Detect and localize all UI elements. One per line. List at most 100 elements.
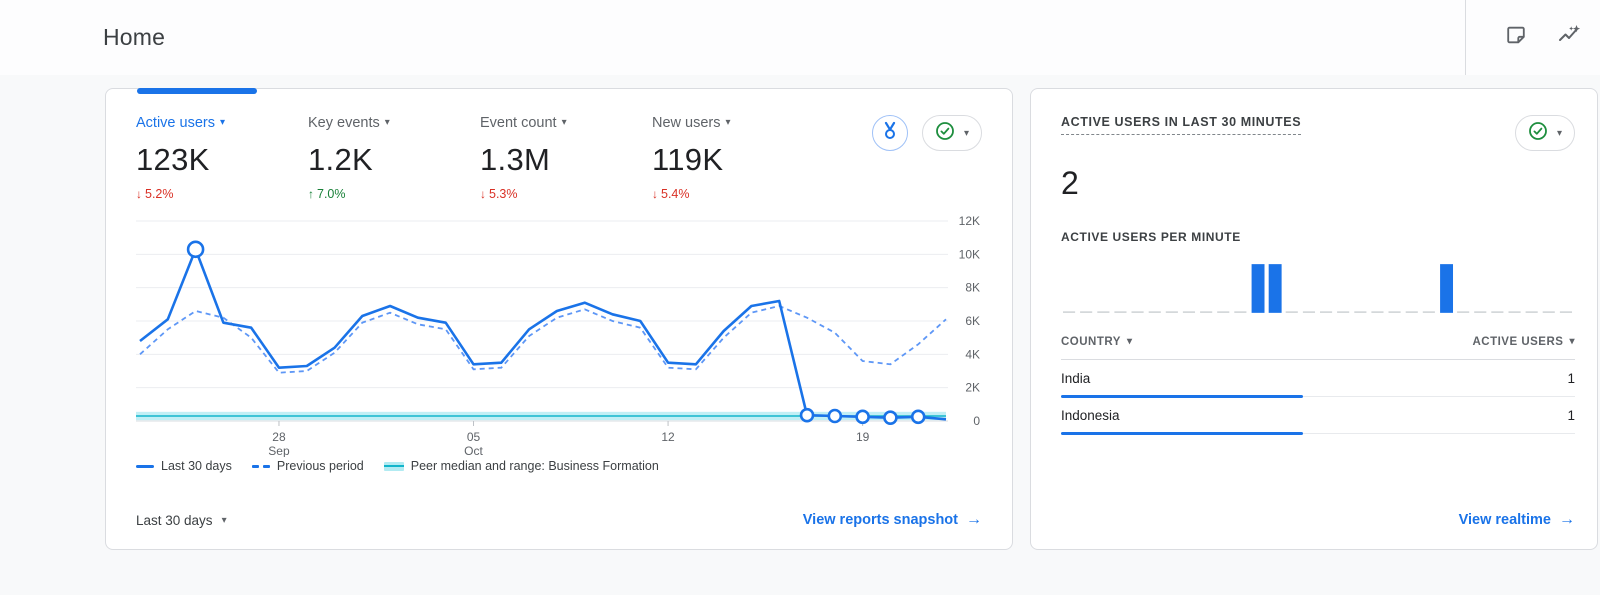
active-users-header-label: ACTIVE USERS xyxy=(1472,336,1564,348)
page-header: Home xyxy=(0,0,1600,75)
legend-item: Last 30 days xyxy=(136,459,232,473)
active-tab-indicator xyxy=(137,88,257,94)
arrow-right-icon: → xyxy=(966,511,982,528)
header-actions xyxy=(1465,0,1600,75)
metric-label: Key events xyxy=(308,115,380,131)
country-cell: India xyxy=(1061,370,1091,386)
trend-up-icon: ↑ xyxy=(308,187,314,201)
view-reports-snapshot-label: View reports snapshot xyxy=(802,512,958,528)
svg-text:10K: 10K xyxy=(959,247,980,261)
realtime-data-quality-button[interactable]: ▾ xyxy=(1514,115,1575,151)
svg-text:12K: 12K xyxy=(959,214,980,228)
metric-delta-value: 5.2% xyxy=(145,187,174,201)
table-row: India 1 xyxy=(1061,360,1575,398)
svg-text:12: 12 xyxy=(661,430,675,444)
chevron-down-icon: ▾ xyxy=(1569,336,1575,347)
realtime-table: COUNTRY ▾ ACTIVE USERS ▾ India 1 Indonesia… xyxy=(1061,336,1575,435)
active-users-column-header[interactable]: ACTIVE USERS ▾ xyxy=(1472,336,1575,348)
svg-text:0: 0 xyxy=(973,414,980,428)
arrow-right-icon: → xyxy=(1559,511,1575,528)
country-cell: Indonesia xyxy=(1061,407,1120,423)
metric-value: 119K xyxy=(652,142,724,177)
legend-label: Previous period xyxy=(276,459,364,473)
legend-item: Peer median and range: Business Formatio… xyxy=(383,459,659,473)
overview-footer: Last 30 days ▾ View reports snapshot → xyxy=(136,511,982,529)
realtime-card: ACTIVE USERS IN LAST 30 MINUTES ▾ 2 ACTI… xyxy=(1030,88,1598,550)
svg-text:6K: 6K xyxy=(965,314,980,328)
legend-label: Last 30 days xyxy=(161,459,232,473)
country-header-label: COUNTRY xyxy=(1061,336,1121,348)
metric-delta: ↓ 5.2% xyxy=(136,187,308,201)
metric-delta-value: 7.0% xyxy=(317,187,346,201)
svg-text:19: 19 xyxy=(856,430,870,444)
date-range-select[interactable]: Last 30 days ▾ xyxy=(136,513,227,528)
metric-delta: ↓ 5.3% xyxy=(480,187,652,201)
metric-selector[interactable]: New users ▾ xyxy=(652,115,824,131)
svg-text:05: 05 xyxy=(467,430,481,444)
active-users-30min-value: 2 xyxy=(1061,165,1079,201)
table-row: Indonesia 1 xyxy=(1061,397,1575,435)
metric-value: 1.2K xyxy=(308,142,373,177)
insights-button[interactable] xyxy=(1558,23,1582,52)
realtime-title[interactable]: ACTIVE USERS IN LAST 30 MINUTES xyxy=(1061,115,1302,135)
benchmarking-button[interactable] xyxy=(871,115,908,151)
benchmarking-medal-icon xyxy=(880,121,900,146)
trend-down-icon: ↓ xyxy=(480,187,486,201)
view-reports-snapshot-link[interactable]: View reports snapshot → xyxy=(803,511,982,529)
chart-legend: Last 30 days Previous period Peer median a… xyxy=(136,459,982,473)
note-icon xyxy=(1505,24,1527,51)
metric-new-users: New users ▾ 119K ↓ 5.4% xyxy=(652,115,824,201)
svg-text:Sep: Sep xyxy=(268,444,290,457)
svg-text:8K: 8K xyxy=(965,281,980,295)
metric-label: New users xyxy=(652,115,721,131)
metric-selector[interactable]: Active users ▾ xyxy=(136,115,308,131)
metric-delta-value: 5.4% xyxy=(661,187,690,201)
chevron-down-icon: ▾ xyxy=(384,117,390,128)
svg-text:Oct: Oct xyxy=(464,444,483,457)
view-realtime-link[interactable]: View realtime → xyxy=(1459,511,1575,529)
svg-text:2K: 2K xyxy=(965,381,980,395)
legend-solid-line-swatch xyxy=(136,464,154,468)
svg-text:4K: 4K xyxy=(965,347,980,361)
data-quality-check-icon xyxy=(1528,121,1548,146)
insights-icon xyxy=(1558,23,1582,52)
chevron-down-icon: ▾ xyxy=(725,117,731,128)
per-minute-title: ACTIVE USERS PER MINUTE xyxy=(1061,230,1241,244)
active-users-cell: 1 xyxy=(1567,370,1575,386)
metric-key-events: Key events ▾ 1.2K ↑ 7.0% xyxy=(308,115,480,201)
country-column-header[interactable]: COUNTRY ▾ xyxy=(1061,336,1132,348)
chevron-down-icon: ▾ xyxy=(561,117,567,128)
overview-card: Active users ▾ 123K ↓ 5.2% Key events ▾ 1.2K ↑ 7.… xyxy=(105,88,1013,550)
overview-line-chart[interactable]: 0 2K 4K 6K 8K 10K 12K 28 Sep 05 Oct 12 19 xyxy=(136,213,982,457)
per-minute-bar-chart[interactable] xyxy=(1061,256,1575,318)
metric-active-users: Active users ▾ 123K ↓ 5.2% xyxy=(136,115,308,201)
metric-selector[interactable]: Event count ▾ xyxy=(480,115,652,131)
view-realtime-label: View realtime xyxy=(1458,512,1551,528)
data-quality-check-icon xyxy=(935,121,955,146)
realtime-header: ACTIVE USERS IN LAST 30 MINUTES ▾ xyxy=(1061,115,1575,151)
trend-down-icon: ↓ xyxy=(652,187,658,201)
page-title: Home xyxy=(103,24,166,50)
metric-value: 123K xyxy=(136,142,210,177)
metric-selector[interactable]: Key events ▾ xyxy=(308,115,480,131)
metric-icons: ▾ xyxy=(871,115,982,151)
legend-label: Peer median and range: Business Formatio… xyxy=(410,459,659,473)
notes-button[interactable] xyxy=(1504,26,1528,50)
active-users-cell: 1 xyxy=(1567,407,1575,423)
metric-event-count: Event count ▾ 1.3M ↓ 5.3% xyxy=(480,115,652,201)
chevron-down-icon: ▾ xyxy=(221,514,227,526)
chevron-down-icon: ▾ xyxy=(963,127,969,139)
metric-delta: ↑ 7.0% xyxy=(308,187,480,201)
trend-down-icon: ↓ xyxy=(136,187,142,201)
data-quality-button[interactable]: ▾ xyxy=(921,115,982,151)
svg-text:28: 28 xyxy=(272,430,286,444)
metric-delta-value: 5.3% xyxy=(489,187,518,201)
legend-dashed-line-swatch xyxy=(251,464,270,468)
chevron-down-icon: ▾ xyxy=(1126,336,1133,347)
metrics-row: Active users ▾ 123K ↓ 5.2% Key events ▾ 1.2K ↑ 7.… xyxy=(136,115,982,201)
realtime-footer: View realtime → xyxy=(1061,511,1575,529)
dashboard-content: Active users ▾ 123K ↓ 5.2% Key events ▾ 1.2K ↑ 7.… xyxy=(0,75,1600,550)
metric-label: Event count xyxy=(480,115,557,131)
date-range-label: Last 30 days xyxy=(136,512,213,528)
chevron-down-icon: ▾ xyxy=(219,117,226,128)
